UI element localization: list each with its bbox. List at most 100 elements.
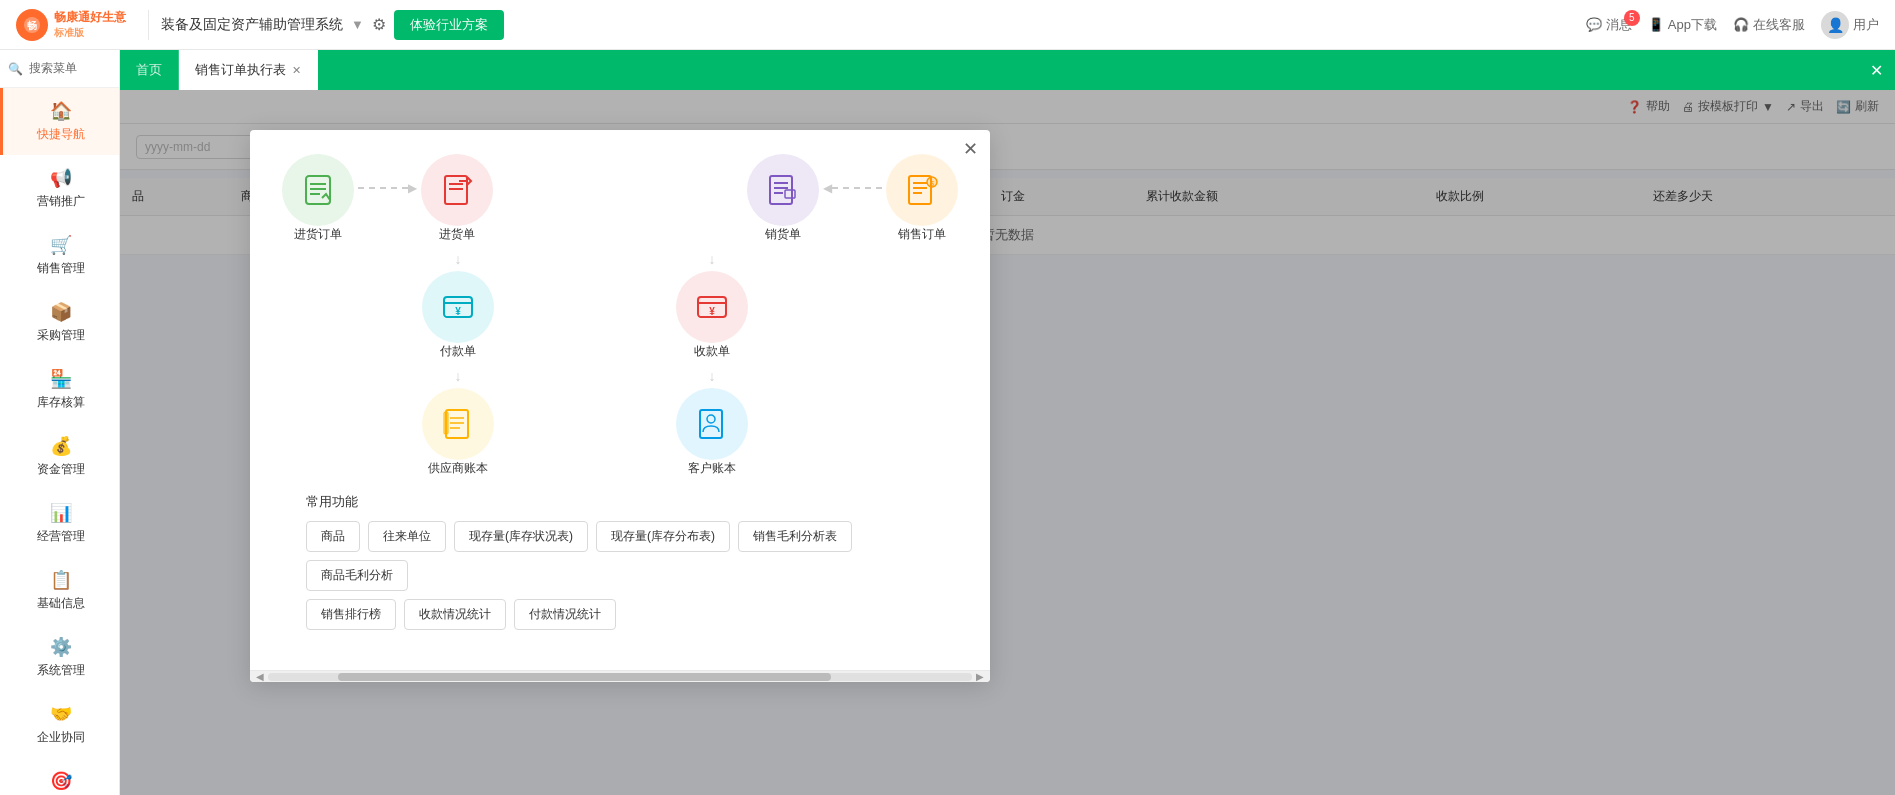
app-download-button[interactable]: 📱 App下载 [1648,16,1717,34]
search-menu[interactable]: 🔍 搜索菜单 [0,50,119,88]
flow-section: 进货订单 ▶ [250,130,990,670]
flow-node-sales-bill: 销货单 [747,154,819,243]
page-content: ❓ 帮助 🖨 按模板打印 ▼ ↗ 导出 🔄 刷新 [120,90,1895,795]
flow-node-purchase-order: 进货订单 [282,154,354,243]
online-service-button[interactable]: 🎧 在线客服 [1733,16,1805,34]
purchase-bill-circle[interactable] [421,154,493,226]
sales-bill-circle[interactable] [747,154,819,226]
sidebar-item-newguide[interactable]: 🎯 新手引导 [0,758,119,795]
finance-icon: 💰 [50,435,72,457]
flow-node-customer-ledger: 客户账本 [676,388,748,477]
modal-overlay: ✕ [120,90,1895,795]
svg-rect-28 [444,412,448,434]
svg-point-33 [707,415,715,423]
guide-icon: 🎯 [50,770,72,792]
inventory-icon: 🏪 [50,368,72,390]
func-btn-receipt-stats[interactable]: 收款情况统计 [404,599,506,630]
modal-scrollbar[interactable]: ◀ ▶ [250,670,990,682]
svg-rect-32 [700,410,722,438]
flow-node-purchase-bill: 进货单 [421,154,493,243]
sales-icon: 🛒 [50,234,72,256]
download-icon: 📱 [1648,17,1664,32]
modal-box: ✕ [250,130,990,682]
common-funcs-title: 常用功能 [306,493,934,511]
logo-area: 畅 畅康通好生意 标准版 [16,9,136,41]
func-btn-stock-status[interactable]: 现存量(库存状况表) [454,521,588,552]
tab-bar-close-button[interactable]: ✕ [1858,61,1895,80]
func-buttons-row2: 销售排行榜 收款情况统计 付款情况统计 [306,599,934,630]
basic-icon: 📋 [50,569,72,591]
func-btn-goods[interactable]: 商品 [306,521,360,552]
func-buttons-row1: 商品 往来单位 现存量(库存状况表) 现存量(库存分布表) 销售毛利分析表 商品… [306,521,934,591]
tab-close-icon[interactable]: ✕ [292,64,301,77]
header-actions: 💬 消息 5 📱 App下载 🎧 在线客服 👤 用户 [1586,11,1879,39]
system-icon: ⚙️ [50,636,72,658]
user-menu[interactable]: 👤 用户 [1821,11,1879,39]
message-badge: 5 [1624,10,1640,26]
common-funcs: 常用功能 商品 往来单位 现存量(库存状况表) 现存量(库存分布表) 销售毛利分… [282,493,958,654]
app-logo-icon: 畅 [16,9,48,41]
message-button[interactable]: 💬 消息 5 [1586,16,1632,34]
sidebar-item-purchase[interactable]: 📦 采购管理 [0,289,119,356]
enterprise-icon: 🤝 [50,703,72,725]
scrollbar-track[interactable] [268,673,972,681]
func-btn-payment-stats[interactable]: 付款情况统计 [514,599,616,630]
func-btn-stock-dist[interactable]: 现存量(库存分布表) [596,521,730,552]
func-btn-partner[interactable]: 往来单位 [368,521,446,552]
search-icon: 🔍 [8,62,23,76]
purchase-icon: 📦 [50,301,72,323]
payment-bill-circle[interactable]: ¥ [422,271,494,343]
func-btn-sales-margin[interactable]: 销售毛利分析表 [738,521,852,552]
sales-order-circle[interactable]: $ [886,154,958,226]
operation-icon: 📊 [50,502,72,524]
system-title: 装备及固定资产辅助管理系统 [161,16,343,34]
sidebar-item-operation[interactable]: 📊 经营管理 [0,490,119,557]
app-name: 畅康通好生意 [54,9,126,26]
sidebar-item-quick-nav[interactable]: 🏠 快捷导航 [0,88,119,155]
scroll-right-arrow[interactable]: ▶ [972,669,988,683]
svg-rect-27 [446,410,468,438]
func-btn-sales-rank[interactable]: 销售排行榜 [306,599,396,630]
receipt-bill-circle[interactable]: ¥ [676,271,748,343]
modal-close-button[interactable]: ✕ [963,138,978,160]
tab-bar: 首页 销售订单执行表 ✕ ✕ [120,50,1895,90]
sidebar-item-enterprise[interactable]: 🤝 企业协同 [0,691,119,758]
service-icon: 🎧 [1733,17,1749,32]
purchase-order-circle[interactable] [282,154,354,226]
customer-ledger-circle[interactable] [676,388,748,460]
sidebar: 🔍 搜索菜单 🏠 快捷导航 📢 营销推广 🛒 销售管理 📦 采购管理 🏪 库存核… [0,50,120,795]
svg-text:¥: ¥ [455,306,461,317]
message-icon: 💬 [1586,17,1602,32]
experience-button[interactable]: 体验行业方案 [394,10,504,40]
svg-rect-14 [785,190,795,198]
func-btn-goods-margin[interactable]: 商品毛利分析 [306,560,408,591]
flow-node-supplier-ledger: 供应商账本 [422,388,494,477]
supplier-ledger-circle[interactable] [422,388,494,460]
sidebar-item-finance[interactable]: 💰 资金管理 [0,423,119,490]
app-sub: 标准版 [54,26,126,40]
tab-sales-exec[interactable]: 销售订单执行表 ✕ [179,50,318,90]
system-title-area: 装备及固定资产辅助管理系统 ▼ ⚙ 体验行业方案 [161,10,1586,40]
gear-icon[interactable]: ⚙ [372,15,386,34]
sidebar-item-inventory[interactable]: 🏪 库存核算 [0,356,119,423]
top-header: 畅 畅康通好生意 标准版 装备及固定资产辅助管理系统 ▼ ⚙ 体验行业方案 💬 … [0,0,1895,50]
tab-home[interactable]: 首页 [120,50,179,90]
avatar: 👤 [1821,11,1849,39]
marketing-icon: 📢 [50,167,72,189]
scroll-left-arrow[interactable]: ◀ [252,669,268,683]
dropdown-icon[interactable]: ▼ [351,17,364,32]
main-layout: 🔍 搜索菜单 🏠 快捷导航 📢 营销推广 🛒 销售管理 📦 采购管理 🏪 库存核… [0,50,1895,795]
svg-text:$: $ [930,179,935,188]
content-area: 首页 销售订单执行表 ✕ ✕ ❓ 帮助 🖨 按模板打印 ▼ [120,50,1895,795]
sidebar-item-sales[interactable]: 🛒 销售管理 [0,222,119,289]
flow-node-sales-order: $ 销售订单 [886,154,958,243]
svg-text:¥: ¥ [709,306,715,317]
home-icon: 🏠 [50,100,72,122]
flow-node-payment-bill: ¥ 付款单 [422,271,494,360]
svg-text:畅: 畅 [27,20,37,31]
sidebar-item-basic[interactable]: 📋 基础信息 [0,557,119,624]
flow-node-receipt-bill: ¥ 收款单 [676,271,748,360]
sidebar-item-marketing[interactable]: 📢 营销推广 [0,155,119,222]
sidebar-item-system[interactable]: ⚙️ 系统管理 [0,624,119,691]
scrollbar-thumb[interactable] [338,673,831,681]
